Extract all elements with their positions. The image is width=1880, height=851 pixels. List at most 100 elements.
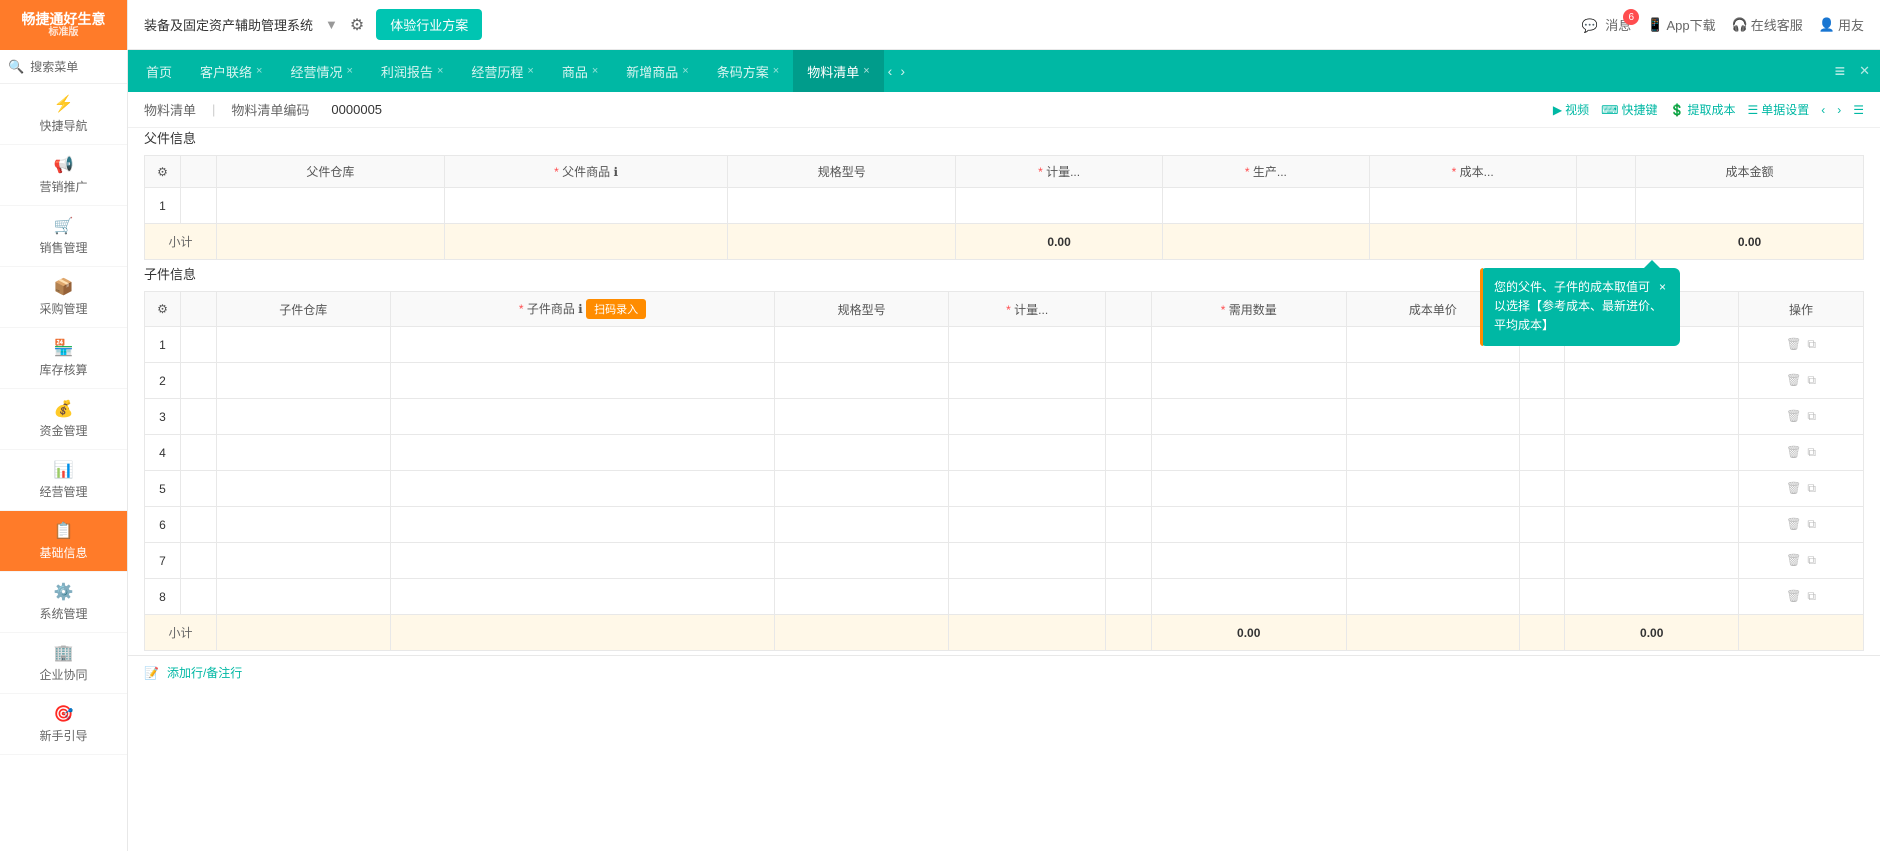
child-row8-unit[interactable] xyxy=(948,579,1105,615)
child-row8-product[interactable] xyxy=(390,579,775,615)
child-row4-qty[interactable] xyxy=(1151,435,1346,471)
child-row4-warehouse[interactable] xyxy=(217,435,391,471)
child-row4-unit-price[interactable] xyxy=(1346,435,1520,471)
child-row5-spec[interactable] xyxy=(775,471,949,507)
child-row1-qty[interactable] xyxy=(1151,327,1346,363)
action-view[interactable]: ▶ 视频 xyxy=(1553,101,1589,118)
child-row5-qty[interactable] xyxy=(1151,471,1346,507)
sidebar-item-enterprise[interactable]: 🏢 企业协同 xyxy=(0,633,127,694)
close-all-icon[interactable]: ✕ xyxy=(1853,63,1876,79)
copy-icon-6[interactable]: ⧉ xyxy=(1807,517,1816,532)
tab-op-history-close[interactable]: × xyxy=(527,65,533,77)
child-row8-unit-price[interactable] xyxy=(1346,579,1520,615)
parent-col-settings[interactable]: ⚙ xyxy=(145,156,181,188)
child-row1-product[interactable] xyxy=(390,327,775,363)
child-row4-product[interactable] xyxy=(390,435,775,471)
child-row7-unit[interactable] xyxy=(948,543,1105,579)
nav-next[interactable]: › xyxy=(896,63,909,79)
child-row2-unit-price[interactable] xyxy=(1346,363,1520,399)
parent-row1-cost[interactable] xyxy=(1369,188,1576,224)
delete-icon-8[interactable]: 🗑 xyxy=(1786,589,1801,604)
sidebar-item-guide[interactable]: 🎯 新手引导 xyxy=(0,694,127,755)
child-row6-unit-price[interactable] xyxy=(1346,507,1520,543)
dropdown-arrow[interactable]: ▼ xyxy=(325,17,338,32)
nav-prev[interactable]: ‹ xyxy=(884,63,897,79)
search-menu[interactable]: 🔍 搜索菜单 xyxy=(0,50,127,84)
child-row3-spec[interactable] xyxy=(775,399,949,435)
tab-new-product[interactable]: 新增商品 × xyxy=(612,50,702,92)
copy-icon-5[interactable]: ⧉ xyxy=(1807,481,1816,496)
child-row6-qty[interactable] xyxy=(1151,507,1346,543)
sidebar-item-sales[interactable]: 🛒 销售管理 xyxy=(0,206,127,267)
tab-product[interactable]: 商品 × xyxy=(548,50,612,92)
child-row3-product[interactable] xyxy=(390,399,775,435)
delete-icon-3[interactable]: 🗑 xyxy=(1786,409,1801,424)
copy-icon-7[interactable]: ⧉ xyxy=(1807,553,1816,568)
copy-icon-3[interactable]: ⧉ xyxy=(1807,409,1816,424)
sidebar-item-purchase[interactable]: 📦 采购管理 xyxy=(0,267,127,328)
tab-bom-close[interactable]: × xyxy=(863,65,869,77)
online-service[interactable]: 🎧 在线客服 xyxy=(1732,15,1803,34)
user-menu[interactable]: 👤 用友 xyxy=(1819,15,1864,34)
tab-operation-history[interactable]: 经营历程 × xyxy=(457,50,547,92)
child-row7-unit-price[interactable] xyxy=(1346,543,1520,579)
child-row4-unit[interactable] xyxy=(948,435,1105,471)
tab-barcode-close[interactable]: × xyxy=(773,65,779,77)
child-row8-spec[interactable] xyxy=(775,579,949,615)
parent-row1-warehouse[interactable] xyxy=(217,188,445,224)
close-all-tabs[interactable]: ≡ xyxy=(1827,61,1854,82)
child-row2-spec[interactable] xyxy=(775,363,949,399)
tab-home[interactable]: 首页 xyxy=(132,50,186,92)
child-row6-unit[interactable] xyxy=(948,507,1105,543)
child-row7-spec[interactable] xyxy=(775,543,949,579)
parent-row1-production[interactable] xyxy=(1162,188,1369,224)
parent-row1-spec[interactable] xyxy=(728,188,956,224)
sidebar-item-operation[interactable]: 📊 经营管理 xyxy=(0,450,127,511)
tab-product-close[interactable]: × xyxy=(592,65,598,77)
child-row1-spec[interactable] xyxy=(775,327,949,363)
tab-new-product-close[interactable]: × xyxy=(682,65,688,77)
child-row5-product[interactable] xyxy=(390,471,775,507)
copy-icon-8[interactable]: ⧉ xyxy=(1807,589,1816,604)
child-row3-qty[interactable] xyxy=(1151,399,1346,435)
child-row8-qty[interactable] xyxy=(1151,579,1346,615)
copy-icon-2[interactable]: ⧉ xyxy=(1807,373,1816,388)
child-row7-qty[interactable] xyxy=(1151,543,1346,579)
tab-profit-report[interactable]: 利润报告 × xyxy=(367,50,457,92)
tab-customer[interactable]: 客户联络 × xyxy=(186,50,276,92)
delete-icon-7[interactable]: 🗑 xyxy=(1786,553,1801,568)
delete-icon-2[interactable]: 🗑 xyxy=(1786,373,1801,388)
tab-barcode[interactable]: 条码方案 × xyxy=(703,50,793,92)
scan-btn[interactable]: 扫码录入 xyxy=(586,299,646,319)
child-row6-product[interactable] xyxy=(390,507,775,543)
child-row2-product[interactable] xyxy=(390,363,775,399)
child-row6-warehouse[interactable] xyxy=(217,507,391,543)
tab-operation-status[interactable]: 经营情况 × xyxy=(276,50,366,92)
delete-icon-1[interactable]: 🗑 xyxy=(1786,337,1801,352)
gear-icon[interactable]: ⚙ xyxy=(350,15,364,35)
child-row2-warehouse[interactable] xyxy=(217,363,391,399)
message-badge[interactable]: 💬 6 消息 xyxy=(1581,15,1631,34)
list-view-icon[interactable]: ☰ xyxy=(1853,103,1864,117)
delete-icon-4[interactable]: 🗑 xyxy=(1786,445,1801,460)
nav-next2[interactable]: › xyxy=(1837,103,1841,117)
sidebar-item-basic-info[interactable]: 📋 基础信息 xyxy=(0,511,127,572)
child-row7-product[interactable] xyxy=(390,543,775,579)
action-settings[interactable]: ☰ 单据设置 xyxy=(1747,101,1809,118)
breadcrumb-bom[interactable]: 物料清单 xyxy=(144,100,196,119)
sidebar-item-system[interactable]: ⚙️ 系统管理 xyxy=(0,572,127,633)
sidebar-item-marketing[interactable]: 📢 营销推广 xyxy=(0,145,127,206)
copy-icon-1[interactable]: ⧉ xyxy=(1807,337,1816,352)
child-row1-warehouse[interactable] xyxy=(217,327,391,363)
parent-row1-unit[interactable] xyxy=(956,188,1163,224)
delete-icon-6[interactable]: 🗑 xyxy=(1786,517,1801,532)
tab-customer-close[interactable]: × xyxy=(256,65,262,77)
child-row2-qty[interactable] xyxy=(1151,363,1346,399)
copy-icon-4[interactable]: ⧉ xyxy=(1807,445,1816,460)
child-row3-warehouse[interactable] xyxy=(217,399,391,435)
child-row7-warehouse[interactable] xyxy=(217,543,391,579)
tab-op-status-close[interactable]: × xyxy=(346,65,352,77)
tooltip-close-btn[interactable]: × xyxy=(1659,278,1666,297)
child-col-settings[interactable]: ⚙ xyxy=(145,292,181,327)
tab-bom[interactable]: 物料清单 × xyxy=(793,50,883,92)
